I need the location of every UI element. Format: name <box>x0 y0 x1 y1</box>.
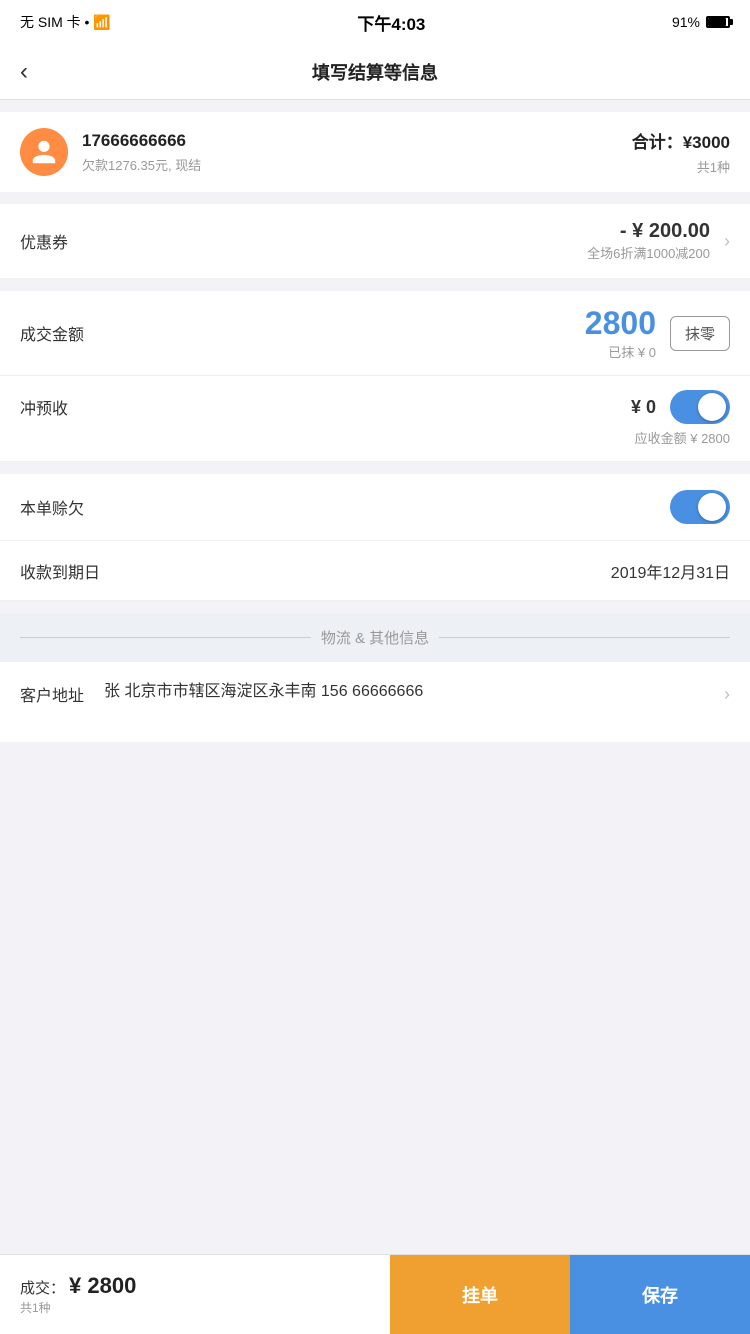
discount-right: - ¥ 200.00 全场6折满1000减200 › <box>587 220 730 262</box>
prepaid-top: 冲预收 ¥ 0 <box>20 390 730 424</box>
deal-amount: 2800 <box>585 305 656 342</box>
discount-row[interactable]: 优惠券 - ¥ 200.00 全场6折满1000减200 › <box>0 204 750 279</box>
bottom-spacer <box>0 742 750 862</box>
logistics-header: 物流 & 其他信息 <box>0 613 750 662</box>
bottom-deal-line: 成交： ¥ 2800 <box>20 1273 370 1299</box>
deal-label: 成交金额 <box>20 321 585 345</box>
section-divider-1 <box>0 192 750 204</box>
deal-amount-row: 成交金额 2800 已抹 ¥ 0 抹零 <box>0 291 750 376</box>
bottom-summary: 成交： ¥ 2800 共1种 <box>0 1255 390 1334</box>
section-divider-2 <box>0 279 750 291</box>
bottom-deal-amount: ¥ 2800 <box>69 1273 136 1299</box>
battery-icon <box>706 16 730 28</box>
nav-bar: ‹ 填写结算等信息 <box>0 44 750 100</box>
total-amount: 合计：¥3000 <box>632 128 730 153</box>
due-date-value: 2019年12月31日 <box>611 559 730 583</box>
logistics-line-right <box>439 637 730 638</box>
customer-card: 17666666666 欠款1276.35元, 现结 合计：¥3000 共1种 <box>0 112 750 192</box>
discount-values: - ¥ 200.00 全场6折满1000减200 <box>587 220 710 262</box>
prepaid-sub: 应收金额 ¥ 2800 <box>20 428 730 447</box>
due-date-label: 收款到期日 <box>20 559 100 583</box>
status-bar: 无 SIM 卡 • 📶 下午4:03 91% <box>0 0 750 44</box>
credit-row: 本单赊欠 <box>0 474 750 541</box>
deal-amount-col: 2800 已抹 ¥ 0 <box>585 305 656 361</box>
total-sub: 共1种 <box>632 157 730 176</box>
address-value: 张 北京市市辖区海淀区永丰南 156 66666666 <box>104 680 716 704</box>
bottom-bar: 成交： ¥ 2800 共1种 挂单 保存 <box>0 1254 750 1334</box>
discount-desc: 全场6折满1000减200 <box>587 243 710 262</box>
logistics-line-left <box>20 637 311 638</box>
customer-total: 合计：¥3000 共1种 <box>632 128 730 176</box>
bottom-deal-label: 成交： <box>20 1277 65 1298</box>
customer-sub-text: 欠款1276.35元, 现结 <box>82 155 632 174</box>
logistics-text: 物流 & 其他信息 <box>321 627 429 648</box>
back-button[interactable]: ‹ <box>20 58 60 86</box>
save-button[interactable]: 保存 <box>570 1255 750 1334</box>
prepaid-amounts: ¥ 0 <box>631 397 656 418</box>
address-chevron-icon: › <box>724 680 730 705</box>
credit-toggle[interactable] <box>670 490 730 524</box>
credit-label: 本单赊欠 <box>20 495 84 519</box>
hang-order-button[interactable]: 挂单 <box>390 1255 570 1334</box>
round-zero-button[interactable]: 抹零 <box>670 316 730 351</box>
user-icon <box>30 138 58 166</box>
prepaid-row: 冲预收 ¥ 0 应收金额 ¥ 2800 <box>0 376 750 462</box>
section-divider-4 <box>0 601 750 613</box>
prepaid-label: 冲预收 <box>20 395 68 419</box>
discount-amount: - ¥ 200.00 <box>620 220 710 243</box>
page-title: 填写结算等信息 <box>312 59 438 85</box>
battery-text: 91% <box>672 14 700 30</box>
address-label: 客户地址 <box>20 680 84 706</box>
address-row[interactable]: 客户地址 张 北京市市辖区海淀区永丰南 156 66666666 › <box>0 662 750 742</box>
status-right: 91% <box>672 14 730 30</box>
customer-info: 17666666666 欠款1276.35元, 现结 <box>82 131 632 174</box>
prepaid-right: ¥ 0 <box>631 390 730 424</box>
due-date-row: 收款到期日 2019年12月31日 <box>0 541 750 601</box>
avatar <box>20 128 68 176</box>
deal-sub: 已抹 ¥ 0 <box>608 342 656 361</box>
status-time: 下午4:03 <box>357 10 425 35</box>
section-divider-3 <box>0 462 750 474</box>
prepaid-toggle[interactable] <box>670 390 730 424</box>
deal-right: 2800 已抹 ¥ 0 抹零 <box>585 305 730 361</box>
chevron-right-icon: › <box>724 231 730 252</box>
prepaid-amount: ¥ 0 <box>631 397 656 418</box>
discount-label: 优惠券 <box>20 229 68 253</box>
customer-phone: 17666666666 <box>82 131 632 151</box>
bottom-deal-sub: 共1种 <box>20 1299 370 1316</box>
status-left: 无 SIM 卡 • 📶 <box>20 12 111 32</box>
